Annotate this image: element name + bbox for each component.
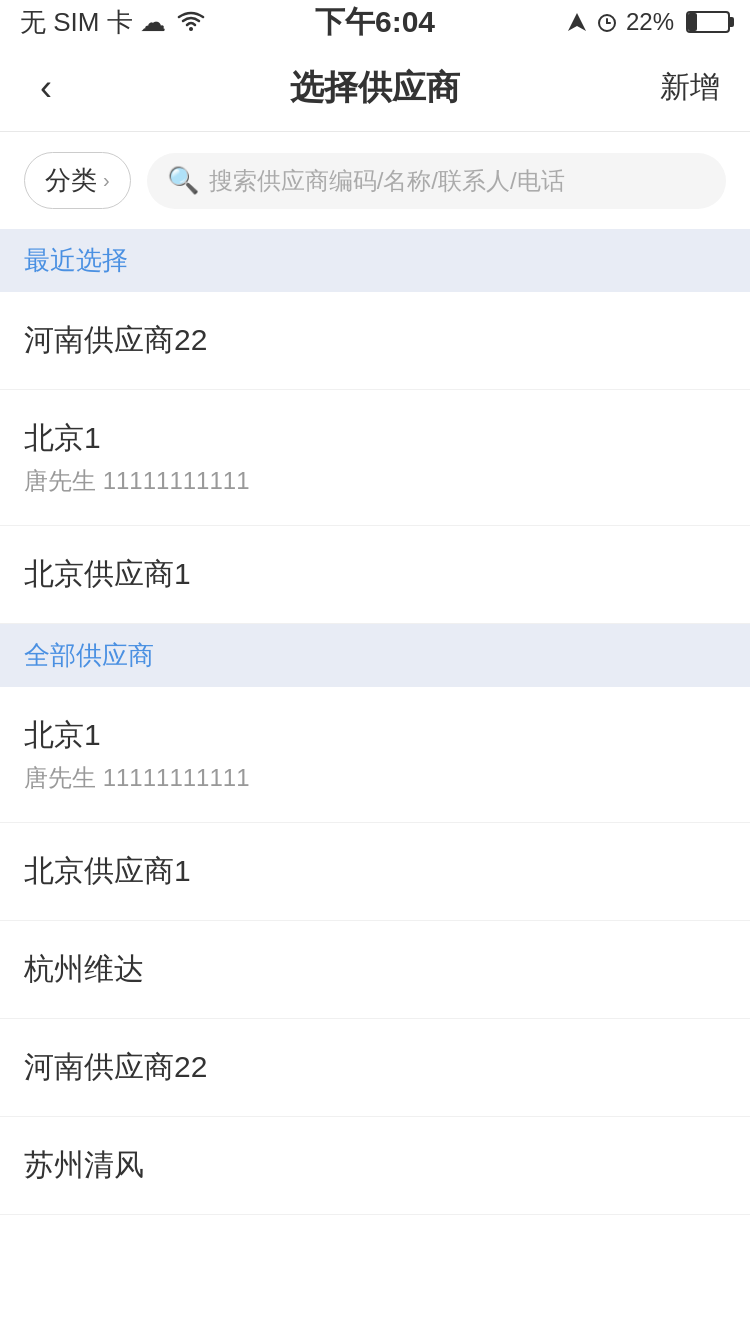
location-icon: [566, 11, 588, 33]
search-placeholder: 搜索供应商编码/名称/联系人/电话: [209, 165, 565, 197]
battery-text: 22%: [626, 8, 674, 36]
list-item[interactable]: 苏州清风: [0, 1117, 750, 1215]
search-icon: 🔍: [167, 165, 199, 196]
list-item[interactable]: 杭州维达: [0, 921, 750, 1019]
page-title: 选择供应商: [290, 65, 460, 111]
item-name: 杭州维达: [24, 949, 726, 990]
item-name: 北京供应商1: [24, 554, 726, 595]
item-name: 苏州清风: [24, 1145, 726, 1186]
search-area: 分类 › 🔍 搜索供应商编码/名称/联系人/电话: [0, 132, 750, 229]
search-input-wrap[interactable]: 🔍 搜索供应商编码/名称/联系人/电话: [147, 153, 726, 209]
status-left: 无 SIM 卡 ☁: [20, 5, 206, 40]
item-name: 北京1: [24, 418, 726, 459]
item-sub: 唐先生 11111111111: [24, 465, 726, 497]
battery-icon: [686, 11, 730, 33]
recent-items-list: 河南供应商22 北京1 唐先生 11111111111 北京供应商1: [0, 292, 750, 624]
list-item[interactable]: 河南供应商22: [0, 1019, 750, 1117]
item-sub: 唐先生 11111111111: [24, 762, 726, 794]
no-sim-text: 无 SIM 卡 ☁: [20, 5, 166, 40]
recent-section-header: 最近选择: [0, 229, 750, 292]
status-right: 22%: [566, 8, 730, 36]
recent-section-label: 最近选择: [24, 245, 128, 275]
svg-marker-1: [568, 13, 586, 31]
all-section-header: 全部供应商: [0, 624, 750, 687]
add-button[interactable]: 新增: [660, 67, 720, 108]
category-button[interactable]: 分类 ›: [24, 152, 131, 209]
wifi-icon: [176, 11, 206, 33]
chevron-right-icon: ›: [103, 169, 110, 192]
alarm-icon: [596, 11, 618, 33]
all-items-list: 北京1 唐先生 11111111111 北京供应商1 杭州维达河南供应商22 苏州清风: [0, 687, 750, 1215]
status-bar: 无 SIM 卡 ☁ 下午6:04 22%: [0, 0, 750, 44]
list-item[interactable]: 北京供应商1: [0, 526, 750, 624]
item-name: 河南供应商22: [24, 320, 726, 361]
back-button[interactable]: ‹: [30, 57, 62, 119]
category-label: 分类: [45, 163, 97, 198]
list-item[interactable]: 北京供应商1: [0, 823, 750, 921]
list-item[interactable]: 河南供应商22: [0, 292, 750, 390]
list-item[interactable]: 北京1 唐先生 11111111111: [0, 390, 750, 526]
list-item[interactable]: 北京1 唐先生 11111111111: [0, 687, 750, 823]
item-name: 北京1: [24, 715, 726, 756]
nav-bar: ‹ 选择供应商 新增: [0, 44, 750, 132]
item-name: 河南供应商22: [24, 1047, 726, 1088]
item-name: 北京供应商1: [24, 851, 726, 892]
all-section-label: 全部供应商: [24, 640, 154, 670]
svg-point-0: [189, 27, 193, 31]
status-time: 下午6:04: [315, 2, 435, 43]
